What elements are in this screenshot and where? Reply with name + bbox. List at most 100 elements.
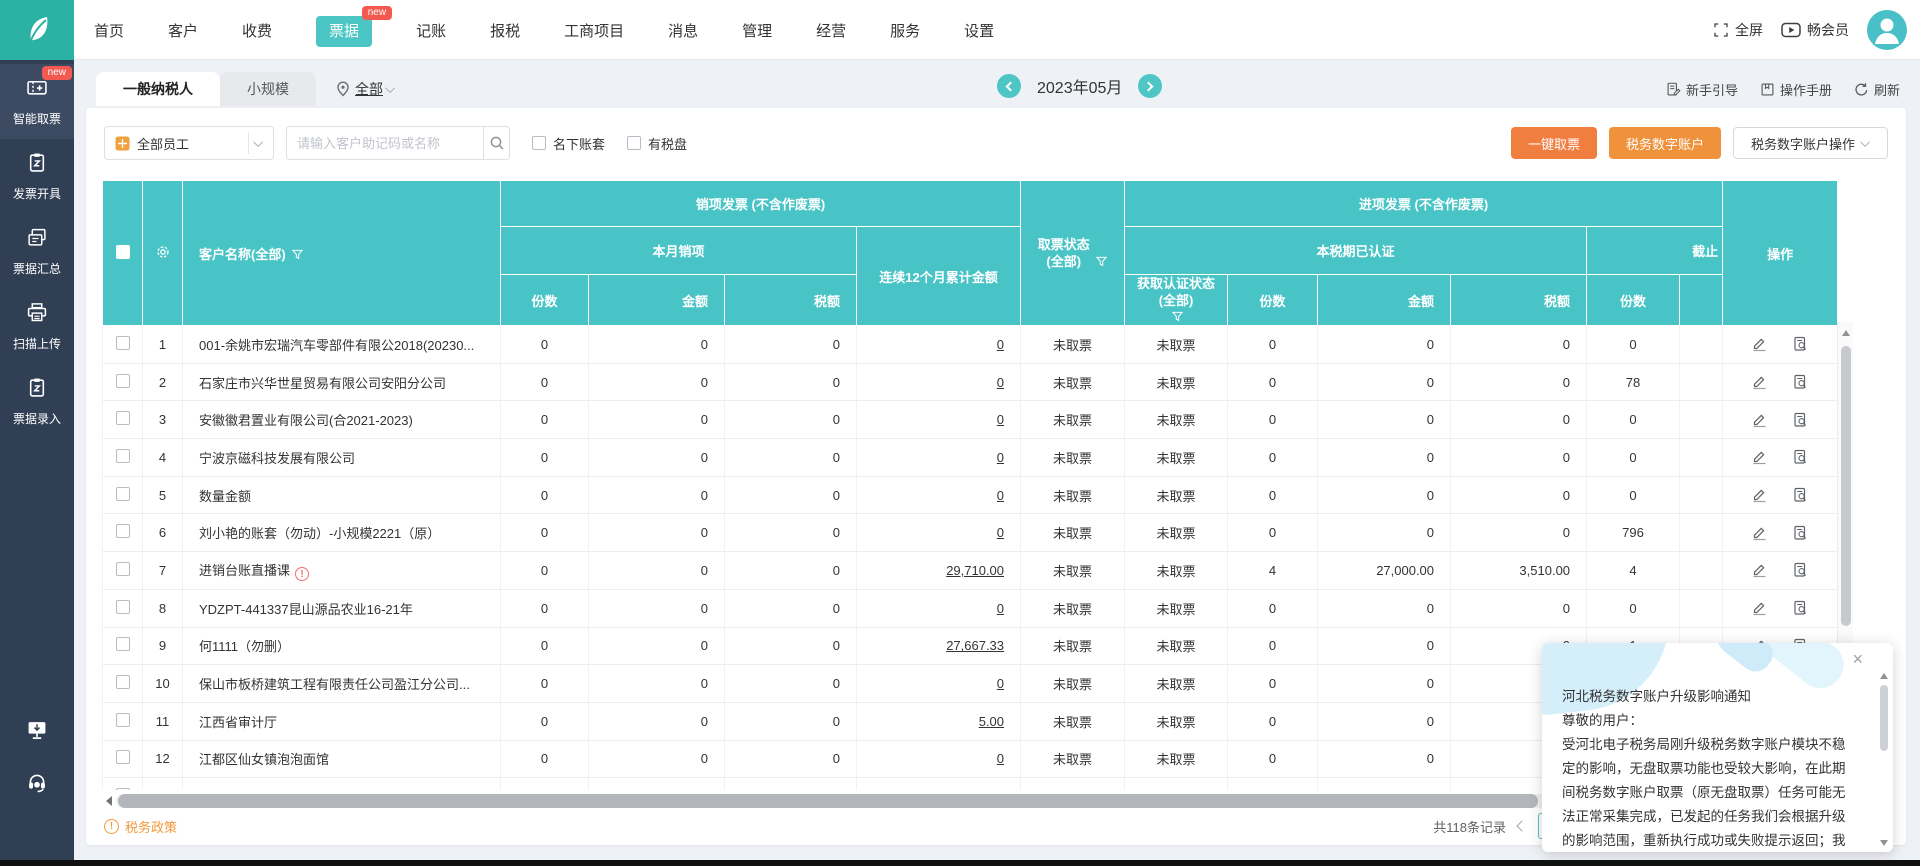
filter-funnel-icon[interactable] xyxy=(292,248,304,263)
sidebar-item-invoice-summary[interactable]: 票据汇总 xyxy=(0,214,74,289)
cumulative-link[interactable]: 0 xyxy=(997,488,1004,503)
cumulative-link[interactable]: 0 xyxy=(997,525,1004,540)
row-checkbox[interactable] xyxy=(115,335,130,350)
cumulative-link[interactable]: 0 xyxy=(997,601,1004,616)
sidebar-item-smart-fetch[interactable]: new 智能取票 xyxy=(0,64,74,139)
tax-policy-link[interactable]: ! 税务政策 xyxy=(104,817,177,836)
edit-pencil-icon[interactable] xyxy=(1752,449,1767,465)
row-checkbox[interactable] xyxy=(115,524,130,539)
nav-item-bookkeeping[interactable]: 记账 xyxy=(416,20,446,41)
ticket-status-header[interactable]: 取票状态 (全部) xyxy=(1020,180,1126,326)
sidebar-item-invoice-issue[interactable]: 发票开具 xyxy=(0,139,74,214)
scroll-up-arrow-icon[interactable] xyxy=(1880,673,1888,679)
my-accounts-checkbox[interactable]: 名下账套 xyxy=(532,134,605,153)
view-document-icon[interactable] xyxy=(1793,374,1808,390)
row-checkbox[interactable] xyxy=(115,373,130,388)
row-checkbox[interactable] xyxy=(115,637,130,652)
nav-item-settings[interactable]: 设置 xyxy=(964,20,994,41)
edit-pencil-icon[interactable] xyxy=(1752,336,1767,352)
employee-filter-select[interactable]: 全部员工 xyxy=(104,126,274,160)
cumulative-link[interactable]: 27,667.33 xyxy=(946,638,1004,653)
view-document-icon[interactable] xyxy=(1793,449,1808,465)
select-all-header[interactable] xyxy=(102,180,143,326)
prev-month-button[interactable] xyxy=(997,74,1021,98)
tab-small-scale[interactable]: 小规模 xyxy=(220,72,316,106)
edit-pencil-icon[interactable] xyxy=(1752,525,1767,541)
sidebar-item-invoice-entry[interactable]: 票据录入 xyxy=(0,364,74,439)
manual-link[interactable]: 操作手册 xyxy=(1760,80,1832,99)
nav-item-business-projects[interactable]: 工商项目 xyxy=(564,20,624,41)
customer-name-header[interactable]: 客户名称(全部) xyxy=(182,180,501,326)
scroll-up-arrow-icon[interactable] xyxy=(1842,330,1850,336)
warning-icon[interactable]: ! xyxy=(295,567,310,582)
nav-item-invoices[interactable]: 票据 new xyxy=(316,5,393,47)
vertical-scroll-thumb[interactable] xyxy=(1841,346,1851,626)
nav-item-management[interactable]: 管理 xyxy=(742,20,772,41)
beginner-guide-link[interactable]: 新手引导 xyxy=(1666,80,1738,99)
nav-item-customers[interactable]: 客户 xyxy=(168,20,198,41)
scroll-left-arrow[interactable] xyxy=(102,794,116,808)
edit-pencil-icon[interactable] xyxy=(1752,412,1767,428)
edit-pencil-icon[interactable] xyxy=(1752,600,1767,616)
row-checkbox[interactable] xyxy=(115,486,130,501)
filter-funnel-icon[interactable] xyxy=(1171,310,1184,325)
view-document-icon[interactable] xyxy=(1793,412,1808,428)
row-checkbox[interactable] xyxy=(115,788,130,790)
cumulative-link[interactable]: 0 xyxy=(997,337,1004,352)
row-checkbox[interactable] xyxy=(115,561,130,576)
row-checkbox[interactable] xyxy=(115,411,130,426)
customer-search-input[interactable] xyxy=(287,135,483,151)
prev-page-button[interactable] xyxy=(1516,820,1528,832)
horizontal-scroll-thumb[interactable] xyxy=(118,794,1538,808)
cumulative-link[interactable]: 5.00 xyxy=(979,714,1004,729)
view-document-icon[interactable] xyxy=(1793,600,1808,616)
view-document-icon[interactable] xyxy=(1793,562,1808,578)
search-button[interactable] xyxy=(483,127,509,159)
refresh-link[interactable]: 刷新 xyxy=(1854,80,1900,99)
scroll-down-arrow-icon[interactable] xyxy=(1880,840,1888,846)
notice-scrollbar[interactable] xyxy=(1878,673,1890,846)
nav-item-home[interactable]: 首页 xyxy=(94,20,124,41)
one-click-fetch-button[interactable]: 一键取票 xyxy=(1510,127,1597,159)
cumulative-link[interactable]: 0 xyxy=(997,676,1004,691)
support-headset-icon[interactable] xyxy=(26,771,48,798)
edit-pencil-icon[interactable] xyxy=(1752,487,1767,503)
cumulative-link[interactable]: 0 xyxy=(997,789,1004,790)
client-download-icon[interactable] xyxy=(26,720,48,745)
fullscreen-button[interactable]: 全屏 xyxy=(1713,20,1763,40)
cumulative-link[interactable]: 0 xyxy=(997,412,1004,427)
region-filter[interactable]: 全部 xyxy=(336,72,396,106)
row-checkbox[interactable] xyxy=(115,599,130,614)
row-checkbox[interactable] xyxy=(115,675,130,690)
cumulative-link[interactable]: 0 xyxy=(997,450,1004,465)
cert-status-header[interactable]: 获取认证状态 (全部) xyxy=(1124,274,1229,326)
nav-item-services[interactable]: 服务 xyxy=(890,20,920,41)
nav-item-tax-filing[interactable]: 报税 xyxy=(490,20,520,41)
view-document-icon[interactable] xyxy=(1793,525,1808,541)
nav-item-fees[interactable]: 收费 xyxy=(242,20,272,41)
row-checkbox[interactable] xyxy=(115,712,130,727)
row-checkbox[interactable] xyxy=(115,750,130,765)
row-checkbox[interactable] xyxy=(115,448,130,463)
next-month-button[interactable] xyxy=(1138,74,1163,98)
user-avatar[interactable] xyxy=(1867,10,1907,50)
view-document-icon[interactable] xyxy=(1793,336,1808,352)
member-button[interactable]: 畅会员 xyxy=(1781,20,1849,40)
sidebar-item-scan-upload[interactable]: 扫描上传 xyxy=(0,289,74,364)
notice-scroll-thumb[interactable] xyxy=(1880,685,1888,751)
tax-digital-account-button[interactable]: 税务数字账户 xyxy=(1608,127,1721,159)
column-settings-header[interactable] xyxy=(142,180,183,326)
close-icon[interactable]: × xyxy=(1852,649,1863,670)
tax-disk-checkbox[interactable]: 有税盘 xyxy=(627,134,687,153)
cumulative-link[interactable]: 0 xyxy=(997,375,1004,390)
edit-pencil-icon[interactable] xyxy=(1752,562,1767,578)
nav-item-messages[interactable]: 消息 xyxy=(668,20,698,41)
nav-item-operation[interactable]: 经营 xyxy=(816,20,846,41)
filter-funnel-icon[interactable] xyxy=(1096,255,1108,270)
app-logo[interactable] xyxy=(0,0,74,60)
cumulative-link[interactable]: 0 xyxy=(997,751,1004,766)
cumulative-link[interactable]: 29,710.00 xyxy=(946,563,1004,578)
tab-general-taxpayer[interactable]: 一般纳税人 xyxy=(96,72,220,106)
edit-pencil-icon[interactable] xyxy=(1752,374,1767,390)
tax-digital-account-ops-dropdown[interactable]: 税务数字账户操作 xyxy=(1732,127,1888,159)
